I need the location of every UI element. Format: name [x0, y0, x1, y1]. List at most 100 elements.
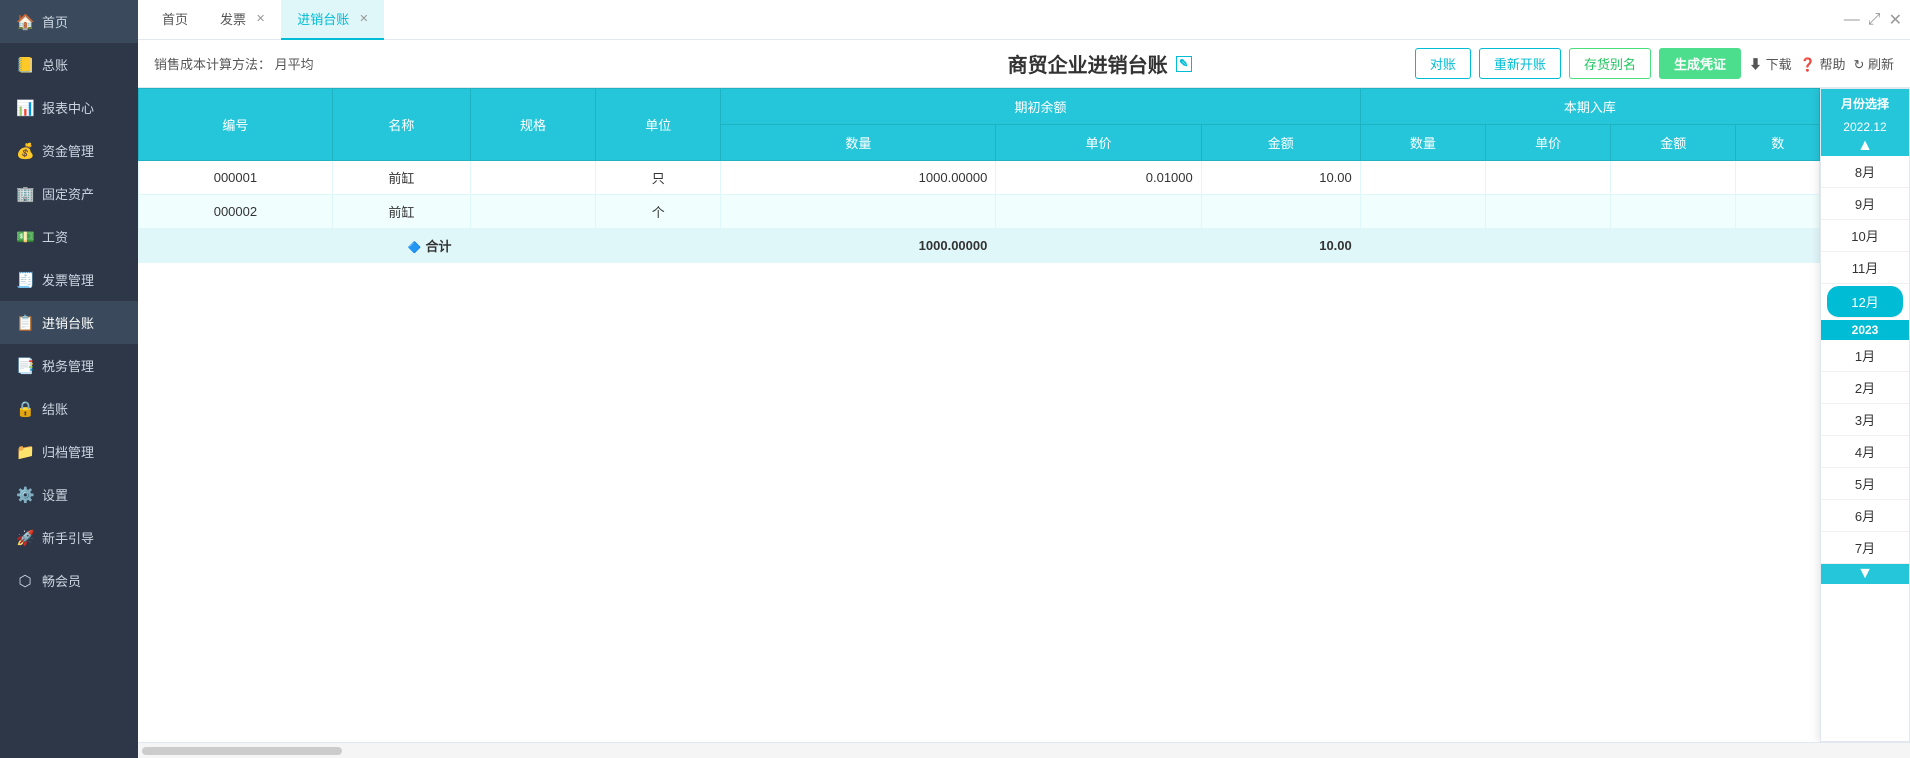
cell-init-price: 0.01000	[996, 161, 1201, 195]
sidebar-item-invoice-mgmt[interactable]: 🧾 发票管理	[0, 258, 138, 301]
archive-icon: 📁	[16, 443, 34, 461]
total-in-amount	[1611, 229, 1736, 263]
sidebar-item-salary[interactable]: 💵 工资	[0, 215, 138, 258]
cell-init-price	[996, 195, 1201, 229]
month-item-11[interactable]: 11月	[1821, 252, 1909, 284]
guide-icon: 🚀	[16, 529, 34, 547]
tax-icon: 📑	[16, 357, 34, 375]
tab-invoice-label: 发票	[220, 9, 246, 28]
col-header-init-qty: 数量	[721, 125, 996, 161]
sidebar-item-member[interactable]: ⬡ 畅会员	[0, 559, 138, 602]
month-item-4[interactable]: 4月	[1821, 436, 1909, 468]
reopen-button[interactable]: 重新开账	[1479, 48, 1561, 79]
toolbar: 销售成本计算方法： 月平均 商贸企业进销台账 ✎ 对账 重新开账 存货别名 生成…	[138, 40, 1910, 88]
sidebar-item-finance[interactable]: 💰 资金管理	[0, 129, 138, 172]
salary-icon: 💵	[16, 228, 34, 246]
download-button[interactable]: ⬇ 下载	[1749, 54, 1792, 73]
table-row: 000001 前缸 只 1000.00000 0.01000 10.00	[139, 161, 1820, 195]
refresh-button[interactable]: ↻ 刷新	[1853, 54, 1894, 73]
sidebar-item-ledger[interactable]: 📒 总账	[0, 43, 138, 86]
sidebar-item-label: 总账	[42, 55, 68, 74]
total-row: 🔷合计 1000.00000 10.00	[139, 229, 1820, 263]
sidebar: 🏠 首页 📒 总账 📊 报表中心 💰 资金管理 🏢 固定资产 💵 工资 🧾 发票…	[0, 0, 138, 758]
cell-spec	[470, 195, 595, 229]
close-account-icon: 🔒	[16, 400, 34, 418]
tab-home-label: 首页	[162, 9, 188, 28]
save-alias-button[interactable]: 存货别名	[1569, 48, 1651, 79]
sidebar-item-label: 新手引导	[42, 528, 94, 547]
sidebar-item-assets[interactable]: 🏢 固定资产	[0, 172, 138, 215]
help-icon: ❓	[1800, 57, 1816, 72]
col-header-unit: 单位	[596, 89, 721, 161]
minimize-button[interactable]: —	[1844, 11, 1860, 29]
cell-in-extra	[1736, 195, 1820, 229]
help-button[interactable]: ❓ 帮助	[1800, 54, 1846, 73]
month-scroll-up[interactable]: ▲	[1821, 136, 1909, 156]
tab-home[interactable]: 首页	[146, 0, 204, 40]
sidebar-item-stock[interactable]: 📋 进销台账	[0, 301, 138, 344]
month-item-6[interactable]: 6月	[1821, 500, 1909, 532]
month-item-9[interactable]: 9月	[1821, 188, 1909, 220]
cost-method-info: 销售成本计算方法： 月平均	[154, 54, 784, 73]
cell-init-qty: 1000.00000	[721, 161, 996, 195]
sidebar-item-tax[interactable]: 📑 税务管理	[0, 344, 138, 387]
sidebar-item-home[interactable]: 🏠 首页	[0, 0, 138, 43]
sidebar-item-label: 进销台账	[42, 313, 94, 332]
tab-stock[interactable]: 进销台账 ✕	[281, 0, 384, 40]
col-header-id: 编号	[139, 89, 333, 161]
sidebar-item-label: 首页	[42, 12, 68, 31]
download-icon: ⬇	[1749, 57, 1762, 72]
sidebar-item-settings[interactable]: ⚙️ 设置	[0, 473, 138, 516]
total-in-price	[1485, 229, 1610, 263]
tabs-bar: 首页 发票 ✕ 进销台账 ✕ — ⤢ ✕	[138, 0, 1910, 40]
tab-invoice[interactable]: 发票 ✕	[204, 0, 281, 40]
sidebar-item-label: 税务管理	[42, 356, 94, 375]
month-item-7[interactable]: 7月	[1821, 532, 1909, 564]
month-item-8[interactable]: 8月	[1821, 156, 1909, 188]
month-item-12[interactable]: 12月	[1827, 286, 1903, 318]
stock-icon: 📋	[16, 314, 34, 332]
invoice-icon: 🧾	[16, 271, 34, 289]
toolbar-buttons: 对账 重新开账 存货别名 生成凭证 ⬇ 下载 ❓ 帮助 ↻ 刷新	[1415, 48, 1894, 79]
sidebar-item-close[interactable]: 🔒 结账	[0, 387, 138, 430]
assets-icon: 🏢	[16, 185, 34, 203]
month-panel-title: 月份选择	[1821, 89, 1909, 118]
sidebar-item-label: 工资	[42, 227, 68, 246]
cell-id: 000002	[139, 195, 333, 229]
generate-voucher-button[interactable]: 生成凭证	[1659, 48, 1741, 79]
tab-stock-close[interactable]: ✕	[359, 12, 368, 25]
reconcile-button[interactable]: 对账	[1415, 48, 1471, 79]
month-item-10[interactable]: 10月	[1821, 220, 1909, 252]
total-init-amount: 10.00	[1201, 229, 1360, 263]
sidebar-item-label: 设置	[42, 485, 68, 504]
month-item-3[interactable]: 3月	[1821, 404, 1909, 436]
total-label: 🔷合计	[139, 229, 721, 263]
total-in-qty	[1360, 229, 1485, 263]
month-item-5[interactable]: 5月	[1821, 468, 1909, 500]
cell-in-qty	[1360, 195, 1485, 229]
sidebar-item-guide[interactable]: 🚀 新手引导	[0, 516, 138, 559]
cell-init-amount	[1201, 195, 1360, 229]
month-selector-panel: 月份选择 2022.12 ▲ 8月 9月 10月 11月 12月 2023 1月…	[1820, 88, 1910, 742]
cell-spec	[470, 161, 595, 195]
close-window-button[interactable]: ✕	[1889, 10, 1902, 30]
month-item-2[interactable]: 2月	[1821, 372, 1909, 404]
horizontal-scrollbar[interactable]	[138, 742, 1910, 758]
month-item-1[interactable]: 1月	[1821, 340, 1909, 372]
cell-id: 000001	[139, 161, 333, 195]
maximize-button[interactable]: ⤢	[1868, 11, 1881, 29]
month-scroll-down[interactable]: ▼	[1821, 564, 1909, 584]
sidebar-item-label: 结账	[42, 399, 68, 418]
month-year-2023: 2023	[1821, 320, 1909, 340]
table-row: 000002 前缸 个	[139, 195, 1820, 229]
total-init-price	[996, 229, 1201, 263]
cell-init-qty	[721, 195, 996, 229]
sidebar-item-label: 资金管理	[42, 141, 94, 160]
col-header-init-price: 单价	[996, 125, 1201, 161]
sidebar-item-archive[interactable]: 📁 归档管理	[0, 430, 138, 473]
tab-invoice-close[interactable]: ✕	[256, 12, 265, 25]
sidebar-item-reports[interactable]: 📊 报表中心	[0, 86, 138, 129]
scrollbar-thumb[interactable]	[142, 747, 342, 755]
edit-title-icon[interactable]: ✎	[1176, 56, 1192, 72]
cell-name: 前缸	[332, 161, 470, 195]
